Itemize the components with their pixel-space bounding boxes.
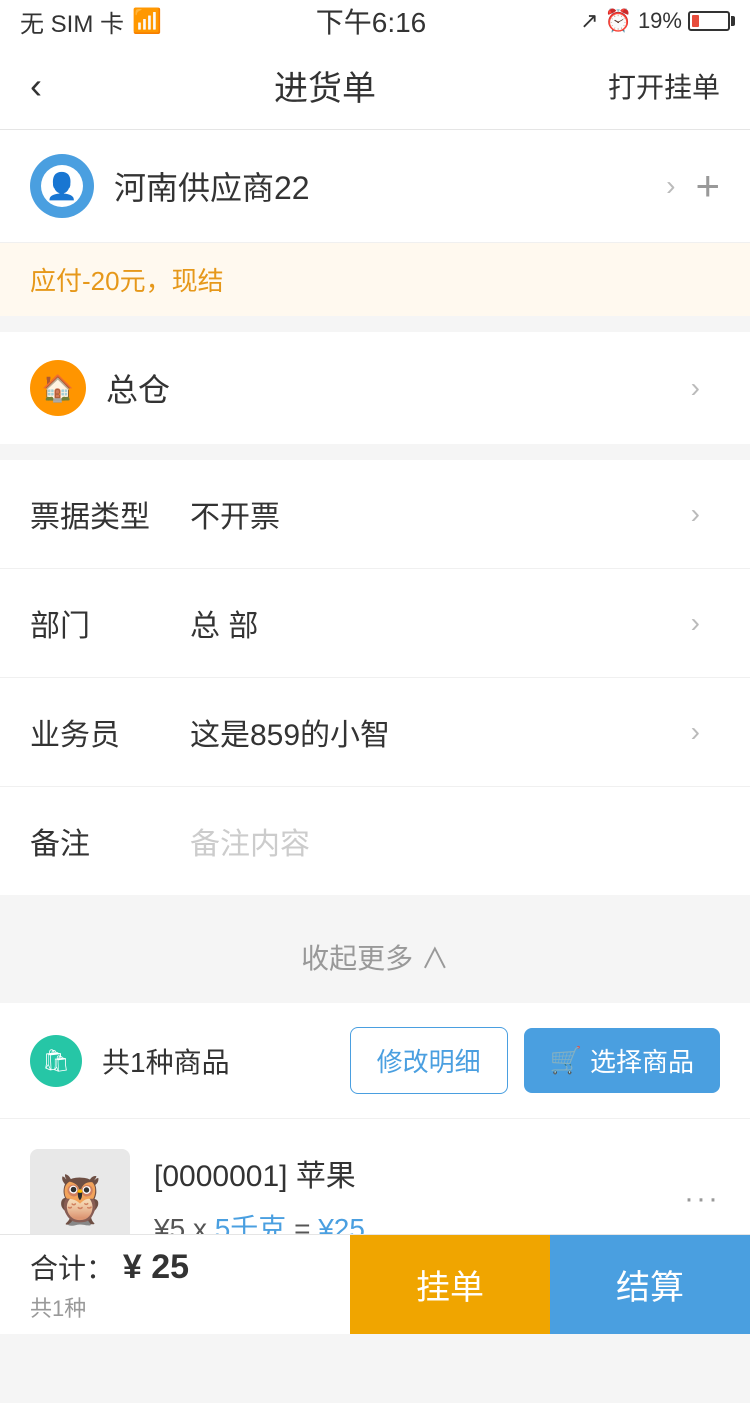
- warehouse-chevron-icon: ›: [691, 372, 700, 404]
- page-title: 进货单: [274, 61, 376, 110]
- supplier-section: 👤 河南供应商22 › + 应付-20元，现结: [0, 130, 750, 316]
- open-pending-button[interactable]: 打开挂单: [608, 66, 720, 106]
- products-header: 🛍 共1种商品 修改明细 🛒 选择商品: [0, 1003, 750, 1119]
- salesman-value: 这是859的小智: [170, 710, 691, 754]
- status-right: ↗ ⏰ 19%: [580, 8, 730, 34]
- bottom-bar: 合计： ¥ 25 共1种 挂单 结算: [0, 1234, 750, 1334]
- remark-input[interactable]: 备注内容: [170, 819, 720, 863]
- status-bar: 无 SIM 卡 📶 下午6:16 ↗ ⏰ 19%: [0, 0, 750, 42]
- dept-chevron-icon: ›: [691, 607, 700, 639]
- battery-fill: [692, 15, 699, 27]
- salesman-chevron-icon: ›: [691, 716, 700, 748]
- edit-details-button[interactable]: 修改明细: [350, 1027, 508, 1094]
- product-info: [0000001] 苹果 ¥5 x 5千克 = ¥25: [154, 1151, 684, 1247]
- supplier-notice: 应付-20元，现结: [0, 243, 750, 316]
- status-time: 下午6:16: [316, 1, 427, 41]
- product-menu-button[interactable]: ···: [684, 1182, 720, 1216]
- products-icon: 🛍: [30, 1035, 82, 1087]
- supplier-row[interactable]: 👤 河南供应商22 › +: [0, 130, 750, 243]
- product-name: [0000001] 苹果: [154, 1151, 684, 1195]
- supplier-chevron-icon: ›: [666, 170, 675, 202]
- nav-bar: ‹ 进货单 打开挂单: [0, 42, 750, 130]
- remark-label: 备注: [30, 819, 170, 863]
- back-button[interactable]: ‹: [30, 65, 42, 107]
- dept-row[interactable]: 部门 总 部 ›: [0, 569, 750, 678]
- bottom-total: 合计： ¥ 25 共1种: [0, 1235, 350, 1334]
- salesman-row[interactable]: 业务员 这是859的小智 ›: [0, 678, 750, 787]
- warehouse-section[interactable]: 🏠 总仓 ›: [0, 332, 750, 444]
- total-label: 合计：: [30, 1253, 114, 1284]
- main-content: 👤 河南供应商22 › + 应付-20元，现结 🏠 总仓 › 票据类型 不开票 …: [0, 130, 750, 1403]
- alarm-icon: ⏰: [605, 8, 632, 34]
- products-count: 共1种商品: [102, 1041, 350, 1081]
- supplier-name: 河南供应商22: [114, 163, 666, 209]
- product-code: [0000001]: [154, 1160, 287, 1193]
- suspend-button[interactable]: 挂单: [350, 1235, 550, 1334]
- form-section: 票据类型 不开票 › 部门 总 部 › 业务员 这是859的小智 › 备注 备注…: [0, 460, 750, 895]
- dept-label: 部门: [30, 601, 170, 645]
- product-thumb-owl-icon: 🦉: [50, 1171, 110, 1228]
- carrier-text: 无 SIM 卡: [20, 4, 124, 39]
- invoice-chevron-icon: ›: [691, 498, 700, 530]
- supplier-avatar: 👤: [30, 154, 94, 218]
- invoice-label: 票据类型: [30, 492, 170, 536]
- collapse-more-button[interactable]: 收起更多 ∧: [0, 911, 750, 1003]
- location-icon: ↗: [580, 8, 598, 34]
- warehouse-name: 总仓: [106, 365, 691, 411]
- battery-percent: 19%: [638, 8, 682, 34]
- warehouse-icon: 🏠: [30, 360, 86, 416]
- total-amount: 合计： ¥ 25: [30, 1247, 350, 1287]
- battery-icon: [688, 11, 730, 31]
- select-product-label: 选择商品: [590, 1042, 694, 1079]
- remark-row[interactable]: 备注 备注内容: [0, 787, 750, 895]
- total-value: ¥ 25: [123, 1248, 189, 1286]
- invoice-row[interactable]: 票据类型 不开票 ›: [0, 460, 750, 569]
- dept-value: 总 部: [170, 601, 691, 645]
- wifi-icon: 📶: [132, 7, 162, 36]
- select-product-button[interactable]: 🛒 选择商品: [524, 1028, 720, 1093]
- checkout-button[interactable]: 结算: [550, 1235, 750, 1334]
- invoice-value: 不开票: [170, 492, 691, 536]
- total-sub: 共1种: [30, 1291, 350, 1323]
- avatar-icon: 👤: [41, 165, 83, 207]
- product-title: 苹果: [296, 1160, 356, 1193]
- add-supplier-button[interactable]: +: [695, 165, 720, 207]
- cart-icon: 🛒: [550, 1045, 582, 1076]
- salesman-label: 业务员: [30, 710, 170, 754]
- status-left: 无 SIM 卡 📶: [20, 4, 162, 39]
